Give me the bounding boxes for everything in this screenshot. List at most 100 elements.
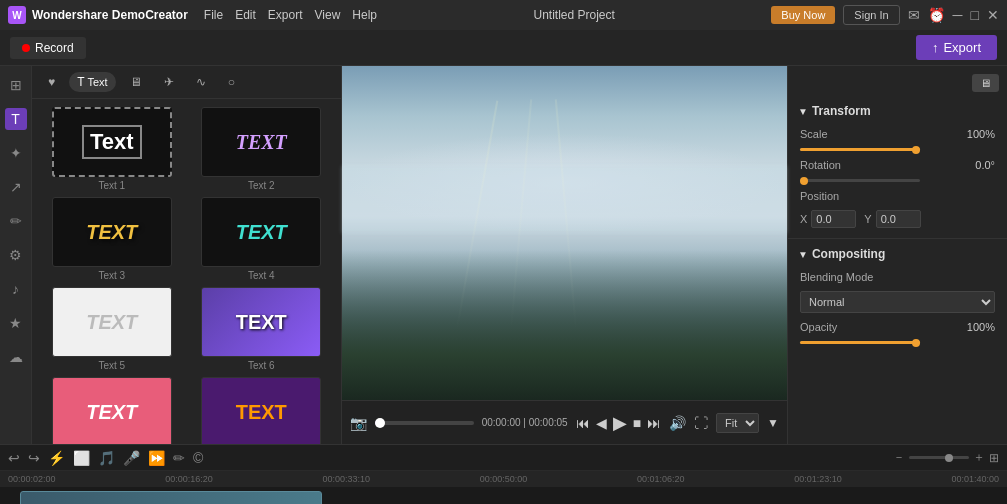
buy-now-button[interactable]: Buy Now xyxy=(771,6,835,24)
prev-frame-button[interactable]: ◀ xyxy=(596,415,607,431)
annotate-button[interactable]: ✏ xyxy=(173,450,185,466)
menu-file[interactable]: File xyxy=(204,8,223,22)
position-x-input[interactable] xyxy=(811,210,856,228)
voice-button[interactable]: 🎤 xyxy=(123,450,140,466)
list-item[interactable]: TEXT Text 7 xyxy=(40,377,184,444)
sidebar-icon-text[interactable]: T xyxy=(5,108,27,130)
close-icon[interactable]: ✕ xyxy=(987,7,999,23)
sidebar-icon-star[interactable]: ★ xyxy=(5,312,27,334)
speed-button[interactable]: ⏩ xyxy=(148,450,165,466)
opacity-slider[interactable] xyxy=(800,341,920,344)
dropdown-arrow-icon: ▼ xyxy=(767,416,779,430)
menu-help[interactable]: Help xyxy=(352,8,377,22)
split-button[interactable]: ⚡ xyxy=(48,450,65,466)
sidebar-icon-music[interactable]: ♪ xyxy=(5,278,27,300)
position-x-label: X xyxy=(800,213,807,225)
undo-button[interactable]: ↩ xyxy=(8,450,20,466)
mail-icon[interactable]: ✉ xyxy=(908,7,920,23)
record-button[interactable]: Record xyxy=(10,37,86,59)
list-item[interactable]: TEXT Text 2 xyxy=(190,107,334,191)
position-y-input[interactable] xyxy=(876,210,921,228)
record-dot xyxy=(22,44,30,52)
tab-display[interactable]: 🖥 xyxy=(122,72,150,92)
screenshot-button[interactable]: 📷 xyxy=(350,415,367,431)
export-button[interactable]: ↑ Export xyxy=(916,35,997,60)
scale-slider[interactable] xyxy=(800,148,920,151)
crop-button[interactable]: ⬜ xyxy=(73,450,90,466)
sidebar-icon-cloud[interactable]: ☁ xyxy=(5,346,27,368)
motion-icon: ✈ xyxy=(164,75,174,89)
list-item[interactable]: TEXT Text 5 xyxy=(40,287,184,371)
position-x-field: X xyxy=(800,210,856,228)
rotation-slider[interactable] xyxy=(800,179,920,182)
tab-audio[interactable]: ∿ xyxy=(188,72,214,92)
scale-slider-fill xyxy=(800,148,920,151)
list-item[interactable]: TEXT Text 4 xyxy=(190,197,334,281)
list-item[interactable]: Text Text 1 xyxy=(40,107,184,191)
sidebar-icon-brush[interactable]: ✏ xyxy=(5,210,27,232)
timeline-clip[interactable] xyxy=(20,491,322,504)
fit-select[interactable]: Fit xyxy=(716,413,759,433)
position-xy-row: X Y xyxy=(800,210,995,228)
minimize-icon[interactable]: ─ xyxy=(953,7,963,23)
sign-in-button[interactable]: Sign In xyxy=(843,5,899,25)
scale-slider-dot xyxy=(912,146,920,154)
menu-view[interactable]: View xyxy=(315,8,341,22)
fullscreen-icon[interactable]: ⛶ xyxy=(694,415,708,431)
audio-button[interactable]: 🎵 xyxy=(98,450,115,466)
ruler-mark: 00:01:06:20 xyxy=(637,474,685,484)
monitor-button[interactable]: 🖥 xyxy=(972,74,999,92)
tab-text[interactable]: T Text xyxy=(69,72,116,92)
rotation-slider-row xyxy=(800,179,995,182)
blending-mode-select[interactable]: Normal Multiply Screen Overlay xyxy=(800,291,995,313)
alert-icon[interactable]: ⏰ xyxy=(928,7,945,23)
timeline-content[interactable] xyxy=(0,487,1007,504)
list-item[interactable]: TEXT Text 6 xyxy=(190,287,334,371)
skip-back-button[interactable]: ⏮ xyxy=(576,415,590,431)
tab-favorites[interactable]: ♥ xyxy=(40,72,63,92)
sidebar-icon-media[interactable]: ⊞ xyxy=(5,74,27,96)
redo-button[interactable]: ↪ xyxy=(28,450,40,466)
transform-label: Transform xyxy=(812,104,871,118)
volume-icon[interactable]: 🔊 xyxy=(669,415,686,431)
menu-edit[interactable]: Edit xyxy=(235,8,256,22)
text-preview-2: TEXT xyxy=(201,107,321,177)
position-y-label: Y xyxy=(864,213,871,225)
timeline-controls: ↩ ↪ ⚡ ⬜ 🎵 🎤 ⏩ ✏ © － ＋ ⊞ xyxy=(0,445,1007,471)
stop-button[interactable]: ■ xyxy=(633,415,641,431)
ruler-mark: 00:01:40:00 xyxy=(951,474,999,484)
play-button[interactable]: ▶ xyxy=(613,412,627,434)
blending-mode-label: Blending Mode xyxy=(800,271,873,283)
transform-section-header[interactable]: ▼ Transform xyxy=(788,100,1007,122)
zoom-in-icon[interactable]: ＋ xyxy=(973,449,985,466)
maximize-icon[interactable]: □ xyxy=(971,7,979,23)
panel-right-top: 🖥 xyxy=(788,74,1007,100)
tab-other[interactable]: ○ xyxy=(220,72,243,92)
progress-bar[interactable] xyxy=(375,421,474,425)
sidebar-icon-effects[interactable]: ✦ xyxy=(5,142,27,164)
tab-motion[interactable]: ✈ xyxy=(156,72,182,92)
transform-section-body: Scale 100% Rotation 0.0° Positio xyxy=(788,122,1007,234)
compositing-section-header[interactable]: ▼ Compositing xyxy=(788,243,1007,265)
timeline-ruler: 00:00:02:00 00:00:16:20 00:00:33:10 00:0… xyxy=(0,471,1007,487)
skip-forward-button[interactable]: ⏭ xyxy=(647,415,661,431)
tab-text-label: Text xyxy=(87,76,107,88)
progress-dot xyxy=(375,418,385,428)
playback-bar: 📷 00:00:00 | 00:00:05 ⏮ ◀ ▶ ■ ⏭ 🔊 ⛶ Fit … xyxy=(342,400,787,444)
compositing-label: Compositing xyxy=(812,247,885,261)
sidebar-icons: ⊞ T ✦ ↗ ✏ ⚙ ♪ ★ ☁ xyxy=(0,66,32,444)
sidebar-icon-arrow[interactable]: ↗ xyxy=(5,176,27,198)
rotation-slider-dot xyxy=(800,177,808,185)
cursor-button[interactable]: © xyxy=(193,450,203,466)
list-item[interactable]: TEXT Text 3 xyxy=(40,197,184,281)
zoom-out-icon[interactable]: － xyxy=(893,449,905,466)
zoom-slider[interactable] xyxy=(909,456,969,459)
text-preview-label: TEXT xyxy=(236,131,287,154)
menu-export[interactable]: Export xyxy=(268,8,303,22)
list-item[interactable]: TEXT Text 8 xyxy=(190,377,334,444)
zoom-expand-icon[interactable]: ⊞ xyxy=(989,451,999,465)
section-divider xyxy=(788,238,1007,239)
sidebar-icon-settings[interactable]: ⚙ xyxy=(5,244,27,266)
text-preview-5: TEXT xyxy=(52,287,172,357)
title-bar-right: Buy Now Sign In ✉ ⏰ ─ □ ✕ xyxy=(771,5,999,25)
